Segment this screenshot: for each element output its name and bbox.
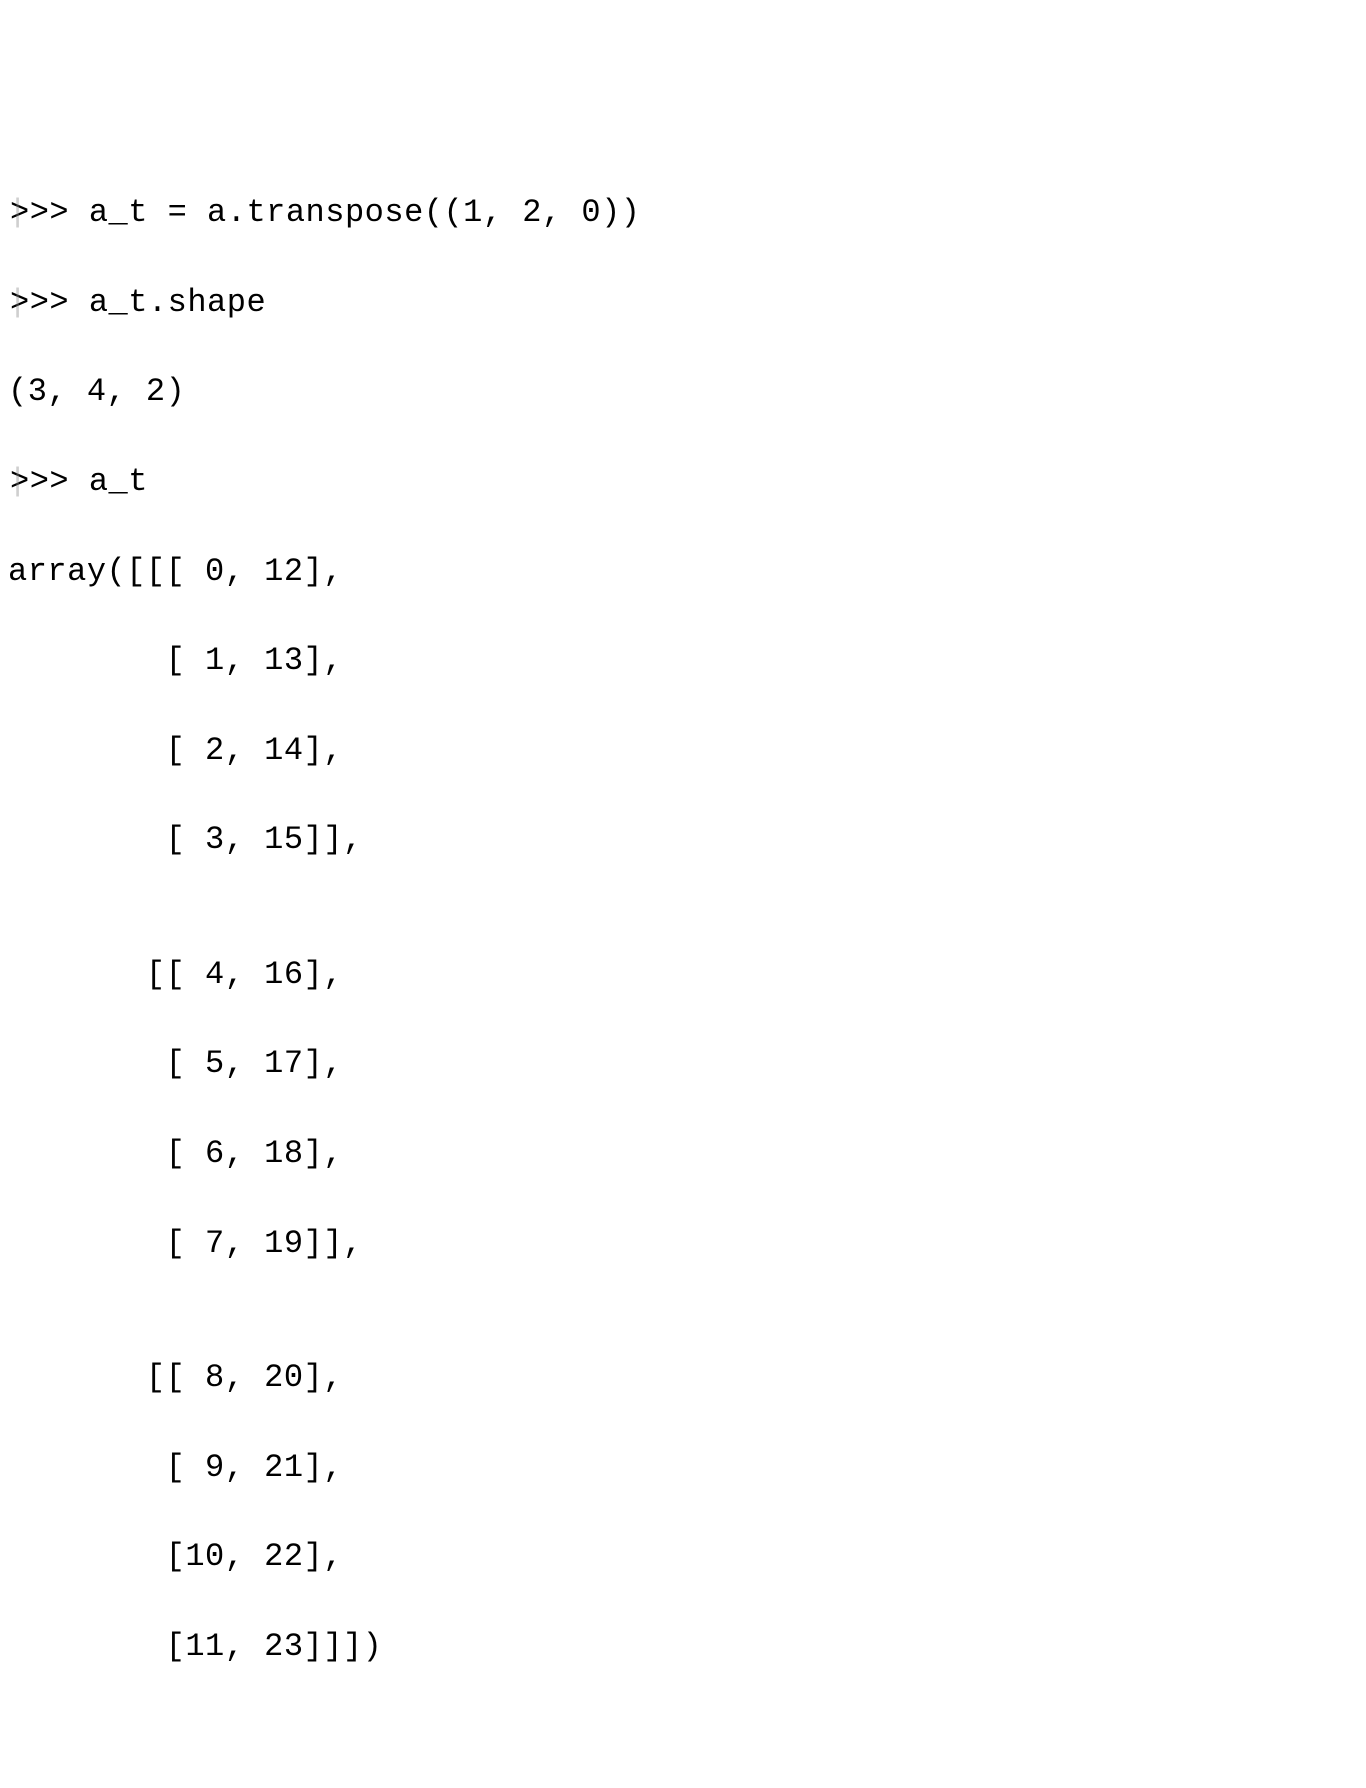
repl-text: [ 3, 15]], xyxy=(8,821,363,858)
repl-line-output: [ 7, 19]], xyxy=(8,1222,1358,1267)
prompt-marker-icon: | xyxy=(8,281,10,326)
repl-text: [ 6, 18], xyxy=(8,1135,343,1172)
repl-text: array([[[ 0, 12], xyxy=(8,553,343,590)
repl-text: >>> a_t = a.transpose((1, 2, 0)) xyxy=(10,194,641,231)
repl-text: [[ 8, 20], xyxy=(8,1359,343,1396)
repl-line-output: [ 9, 21], xyxy=(8,1446,1358,1491)
repl-text: [ 2, 14], xyxy=(8,732,343,769)
repl-line-input: |>>> a_t.shape xyxy=(8,281,1358,326)
repl-text: [ 1, 13], xyxy=(8,642,343,679)
repl-text: [[ 4, 16], xyxy=(8,956,343,993)
repl-text: >>> a_t xyxy=(10,463,148,500)
repl-line-input: |>>> a_t xyxy=(8,460,1358,505)
repl-line-output: [11, 23]]]) xyxy=(8,1625,1358,1670)
repl-line-output: [ 3, 15]], xyxy=(8,818,1358,863)
repl-text: [10, 22], xyxy=(8,1538,343,1575)
repl-text: [ 7, 19]], xyxy=(8,1225,363,1262)
repl-line-output: array([[[ 0, 12], xyxy=(8,550,1358,595)
repl-line-output: [ 5, 17], xyxy=(8,1042,1358,1087)
repl-text: [11, 23]]]) xyxy=(8,1628,382,1665)
repl-text: >>> a_t.shape xyxy=(10,284,266,321)
prompt-marker-icon: | xyxy=(8,460,10,505)
repl-text: (3, 4, 2) xyxy=(8,373,185,410)
repl-line-input: |>>> a_t = a.transpose((1, 2, 0)) xyxy=(8,191,1358,236)
repl-line-output: [[ 4, 16], xyxy=(8,953,1358,998)
repl-line-output: [10, 22], xyxy=(8,1535,1358,1580)
repl-line-output: [ 6, 18], xyxy=(8,1132,1358,1177)
repl-line-output: [[ 8, 20], xyxy=(8,1356,1358,1401)
repl-line-output: [ 2, 14], xyxy=(8,729,1358,774)
repl-text: [ 9, 21], xyxy=(8,1449,343,1486)
repl-text: [ 5, 17], xyxy=(8,1045,343,1082)
prompt-marker-icon: | xyxy=(8,191,10,236)
repl-line-output: (3, 4, 2) xyxy=(8,370,1358,415)
repl-line-output: [ 1, 13], xyxy=(8,639,1358,684)
